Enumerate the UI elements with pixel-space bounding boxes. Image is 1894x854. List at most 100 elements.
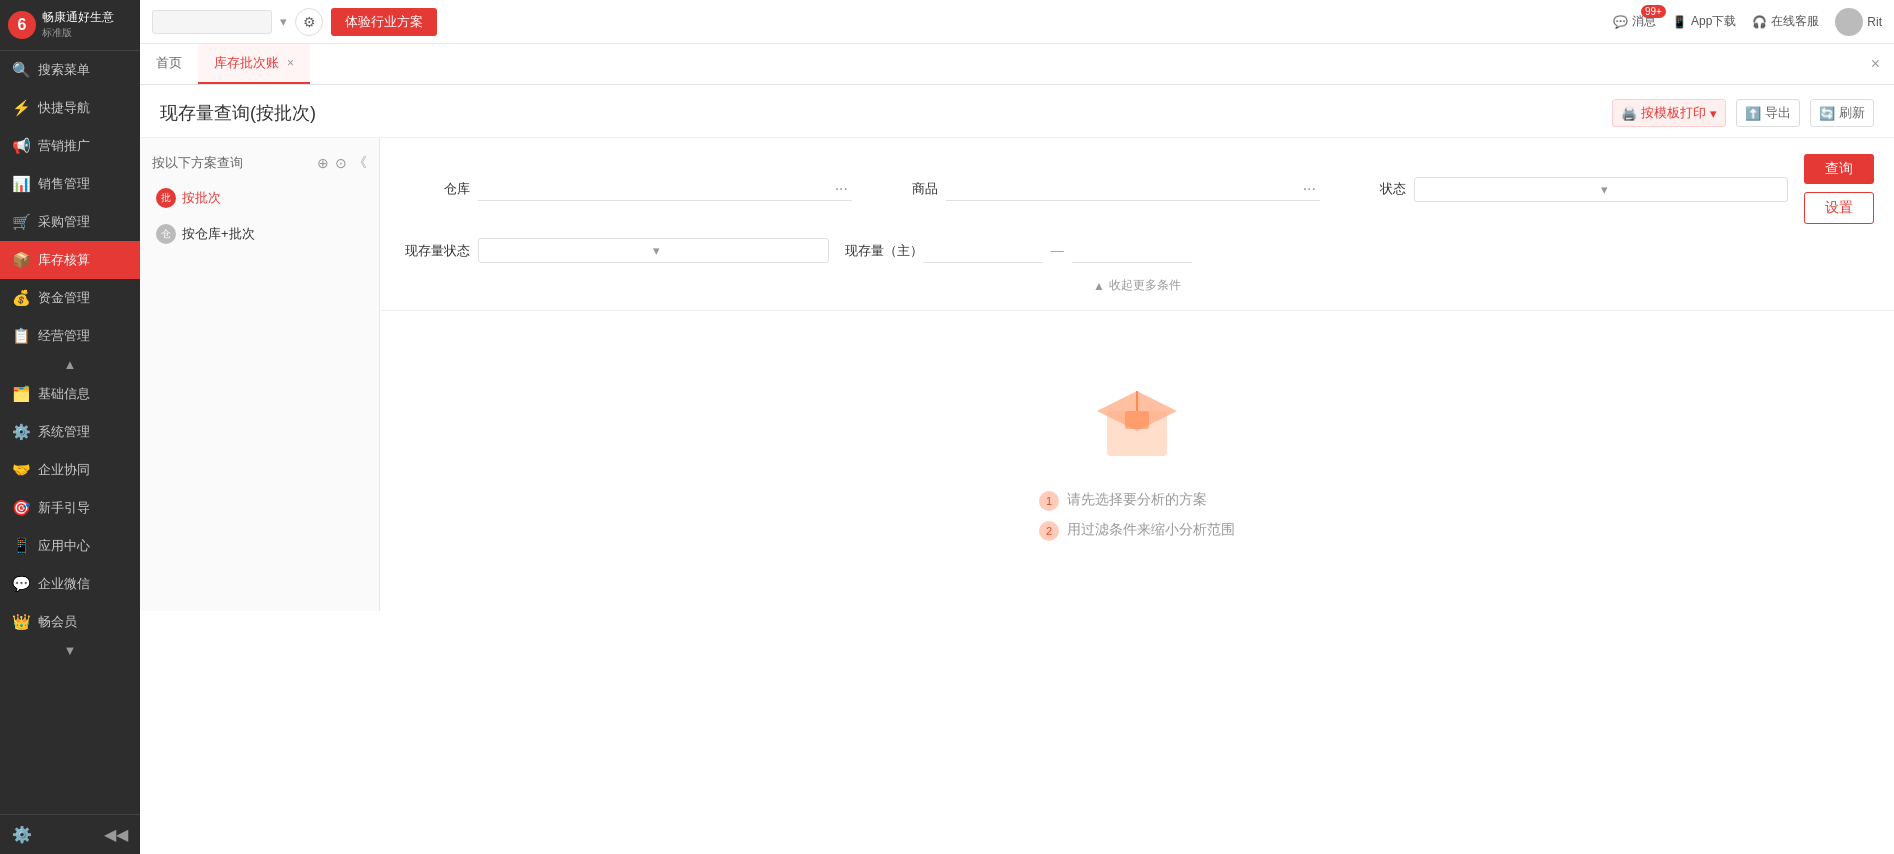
settings-icon[interactable]: ⚙️ [12, 825, 32, 844]
marketing-nav-icon: 📢 [12, 137, 30, 155]
tabs-bar: 首页 库存批次账 × × [140, 44, 1894, 85]
sidebar-item-enterprise[interactable]: 🤝 企业协同 [0, 451, 140, 489]
warehouse-filter-dots[interactable]: ··· [831, 180, 852, 198]
print-icon: 🖨️ [1621, 106, 1637, 121]
user-avatar-action[interactable]: Rit [1835, 8, 1882, 36]
collapse-panel-icon[interactable]: 《 [353, 154, 367, 172]
sidebar-item-marketing[interactable]: 📢 营销推广 [0, 127, 140, 165]
sidebar-item-system[interactable]: ⚙️ 系统管理 [0, 413, 140, 451]
scroll-down-btn[interactable]: ▼ [0, 641, 140, 661]
step2-text: 用过滤条件来缩小分析范围 [1067, 521, 1235, 539]
stock-qty-min-input[interactable] [923, 239, 1043, 263]
stock-qty-filter-group: 现存量（主） — [845, 239, 1274, 263]
scheme-by-batch-label: 按批次 [182, 189, 221, 207]
tab-close-btn[interactable]: × [287, 56, 294, 70]
sidebar-item-shortcut[interactable]: ⚡ 快捷导航 [0, 89, 140, 127]
collapse-more-conditions-btn[interactable]: ▲ 收起更多条件 [1093, 277, 1181, 294]
operations-nav-icon: 📋 [12, 327, 30, 345]
sidebar-item-basic-label: 基础信息 [38, 385, 90, 403]
sidebar-item-basic[interactable]: 🗂️ 基础信息 [0, 375, 140, 413]
goods-filter-group: 商品 ··· [868, 177, 1320, 201]
add-scheme-icon[interactable]: ⊕ [317, 155, 329, 171]
step1-text: 请先选择要分析的方案 [1067, 491, 1207, 509]
online-service-label: 在线客服 [1771, 13, 1819, 30]
right-panel: 仓库 ··· 商品 ··· [380, 138, 1894, 611]
sidebar-item-search[interactable]: 🔍 搜索菜单 [0, 51, 140, 89]
refresh-btn[interactable]: 🔄 刷新 [1810, 99, 1874, 127]
sidebar-item-guide[interactable]: 🎯 新手引导 [0, 489, 140, 527]
export-icon: ⬆️ [1745, 106, 1761, 121]
sidebar-item-finance-label: 资金管理 [38, 289, 90, 307]
messages-action[interactable]: 💬 消息 99+ [1613, 13, 1656, 30]
topbar-settings-btn[interactable]: ⚙ [295, 8, 323, 36]
home-tab-label: 首页 [156, 54, 182, 72]
stock-status-arrow-icon: ▾ [653, 243, 819, 258]
sidebar-item-sales[interactable]: 📊 销售管理 [0, 165, 140, 203]
sidebar-item-wechat[interactable]: 💬 企业微信 [0, 565, 140, 603]
sidebar-item-purchase-label: 采购管理 [38, 213, 90, 231]
stock-status-select[interactable]: ▾ [478, 238, 829, 263]
tab-inventory-batch[interactable]: 库存批次账 × [198, 44, 310, 84]
sidebar-item-enterprise-label: 企业协同 [38, 461, 90, 479]
active-tab-label: 库存批次账 [214, 54, 279, 72]
close-all-tabs-btn[interactable]: × [1857, 55, 1894, 73]
stock-qty-dash: — [1043, 243, 1072, 258]
print-btn-label: 按模板打印 [1641, 104, 1706, 122]
stock-qty-max-input[interactable] [1072, 239, 1192, 263]
topbar-dropdown-icon[interactable]: ▾ [280, 14, 287, 29]
warehouse-filter-group: 仓库 ··· [400, 177, 852, 201]
member-nav-icon: 👑 [12, 613, 30, 631]
message-icon: 💬 [1613, 15, 1628, 29]
page-header-actions: 🖨️ 按模板打印 ▾ ⬆️ 导出 🔄 刷新 [1612, 99, 1874, 127]
warehouse-filter-input-wrapper: ··· [478, 177, 852, 201]
purchase-nav-icon: 🛒 [12, 213, 30, 231]
empty-box-icon [1087, 371, 1187, 471]
app-download-action[interactable]: 📱 App下载 [1672, 13, 1736, 30]
scheme-settings-icon[interactable]: ⊙ [335, 155, 347, 171]
print-template-btn[interactable]: 🖨️ 按模板打印 ▾ [1612, 99, 1726, 127]
tab-home[interactable]: 首页 [140, 44, 198, 84]
sidebar-item-apps[interactable]: 📱 应用中心 [0, 527, 140, 565]
step1-num: 1 [1039, 491, 1059, 511]
brand-logo: 6 [8, 11, 36, 39]
main-area: ▾ ⚙ 体验行业方案 💬 消息 99+ 📱 App下载 🎧 在线客服 Rit [140, 0, 1894, 854]
goods-filter-dots[interactable]: ··· [1299, 180, 1320, 198]
scheme-item-by-batch[interactable]: 批 按批次 [140, 180, 379, 216]
user-name: Rit [1867, 15, 1882, 29]
page-title: 现存量查询(按批次) [160, 101, 316, 125]
scheme-active-icon: 批 [156, 188, 176, 208]
sidebar-item-inventory-label: 库存核算 [38, 251, 90, 269]
apps-nav-icon: 📱 [12, 537, 30, 555]
page-content: 现存量查询(按批次) 🖨️ 按模板打印 ▾ ⬆️ 导出 🔄 刷新 [140, 85, 1894, 854]
sidebar-item-purchase[interactable]: 🛒 采购管理 [0, 203, 140, 241]
topbar: ▾ ⚙ 体验行业方案 💬 消息 99+ 📱 App下载 🎧 在线客服 Rit [140, 0, 1894, 44]
scheme-item-by-warehouse-batch[interactable]: 仓 按仓库+批次 [140, 216, 379, 252]
sidebar-item-inventory[interactable]: 📦 库存核算 [0, 241, 140, 279]
settings-button[interactable]: 设置 [1804, 192, 1874, 224]
experience-industry-btn[interactable]: 体验行业方案 [331, 8, 437, 36]
export-btn[interactable]: ⬆️ 导出 [1736, 99, 1800, 127]
user-avatar [1835, 8, 1863, 36]
page-header: 现存量查询(按批次) 🖨️ 按模板打印 ▾ ⬆️ 导出 🔄 刷新 [140, 85, 1894, 138]
content-area: 按以下方案查询 ⊕ ⊙ 《 批 按批次 仓 按仓库+批次 [140, 138, 1894, 611]
sidebar-item-search-label: 搜索菜单 [38, 61, 90, 79]
status-filter-group: 状态 ▾ [1336, 177, 1788, 202]
sidebar-item-member[interactable]: 👑 畅会员 [0, 603, 140, 641]
online-service-action[interactable]: 🎧 在线客服 [1752, 13, 1819, 30]
status-filter-select[interactable]: ▾ [1414, 177, 1788, 202]
collapse-sidebar-icon[interactable]: ◀◀ [104, 825, 128, 844]
goods-filter-input[interactable] [946, 177, 1299, 200]
scroll-up-btn[interactable]: ▲ [0, 355, 140, 375]
system-nav-icon: ⚙️ [12, 423, 30, 441]
sidebar-item-wechat-label: 企业微信 [38, 575, 90, 593]
warehouse-filter-input[interactable] [478, 177, 831, 200]
goods-filter-input-wrapper: ··· [946, 177, 1320, 201]
sidebar-item-operations[interactable]: 📋 经营管理 [0, 317, 140, 355]
phone-icon: 📱 [1672, 15, 1687, 29]
query-button[interactable]: 查询 [1804, 154, 1874, 184]
sidebar-item-finance[interactable]: 💰 资金管理 [0, 279, 140, 317]
search-nav-icon: 🔍 [12, 61, 30, 79]
basic-nav-icon: 🗂️ [12, 385, 30, 403]
empty-step-1: 1 请先选择要分析的方案 [1039, 491, 1235, 511]
topbar-search-input[interactable] [152, 10, 272, 34]
